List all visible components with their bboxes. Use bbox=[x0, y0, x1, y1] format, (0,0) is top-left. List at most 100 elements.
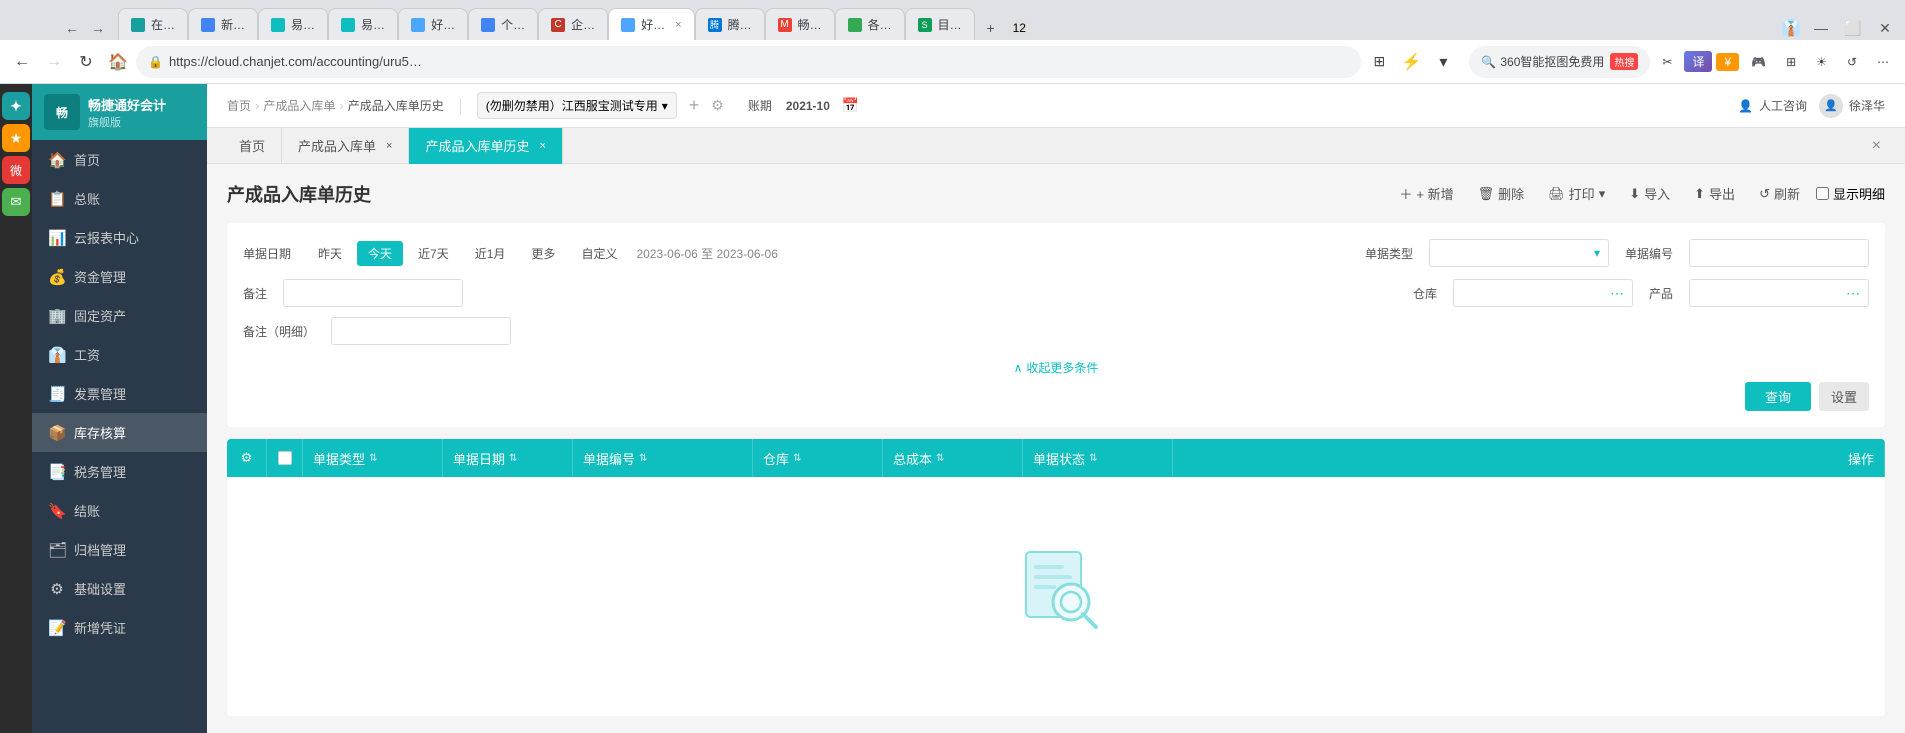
user-service-button[interactable]: 👤 人工咨询 bbox=[1738, 97, 1807, 114]
tab-t11[interactable]: 各… bbox=[835, 8, 905, 40]
remark-input[interactable] bbox=[283, 279, 463, 307]
show-cols-checkbox[interactable] bbox=[1816, 187, 1829, 200]
add-account-button[interactable]: + bbox=[689, 95, 700, 116]
th-checkbox[interactable] bbox=[267, 439, 303, 477]
game-icon[interactable]: 🎮 bbox=[1743, 48, 1774, 76]
account-settings-icon[interactable]: ⚙ bbox=[711, 97, 724, 114]
close-window-button[interactable]: ✕ bbox=[1873, 16, 1897, 40]
date-btn-yesterday[interactable]: 昨天 bbox=[307, 241, 353, 266]
breadcrumb-home[interactable]: 首页 bbox=[227, 97, 251, 114]
tab-t10[interactable]: M 畅… bbox=[765, 8, 835, 40]
tab-product-list[interactable]: 产成品入库单 × bbox=[282, 128, 409, 164]
tab-t3[interactable]: 易… bbox=[258, 8, 328, 40]
translate-button[interactable]: 译 bbox=[1684, 51, 1712, 72]
table-settings-icon[interactable]: ⚙ bbox=[241, 450, 253, 466]
doc-no-input[interactable] bbox=[1689, 239, 1869, 267]
tab-t9[interactable]: 腾 腾… bbox=[695, 8, 765, 40]
tab-close-history[interactable]: × bbox=[539, 140, 545, 152]
doc-type-select[interactable]: ▾ bbox=[1429, 239, 1609, 267]
th-actions: 操作 bbox=[1173, 439, 1885, 477]
th-warehouse[interactable]: 仓库 ⇅ bbox=[753, 439, 883, 477]
product-select[interactable]: ⋯ bbox=[1689, 279, 1869, 307]
nav-refresh[interactable]: ↻ bbox=[72, 48, 100, 76]
date-btn-7days[interactable]: 近7天 bbox=[407, 241, 460, 266]
sidebar-item-settings[interactable]: ⚙ 基础设置 bbox=[32, 569, 207, 608]
th-doc-no[interactable]: 单据编号 ⇅ bbox=[573, 439, 753, 477]
th-doc-date[interactable]: 单据日期 ⇅ bbox=[443, 439, 573, 477]
nav-back[interactable]: ← bbox=[8, 48, 36, 76]
scissors-icon[interactable]: ✂ bbox=[1654, 48, 1680, 76]
refresh-button[interactable]: ↺ 刷新 bbox=[1751, 180, 1808, 207]
warehouse-select[interactable]: ⋯ bbox=[1453, 279, 1633, 307]
th-settings[interactable]: ⚙ bbox=[227, 439, 267, 477]
detail-remark-input[interactable] bbox=[331, 317, 511, 345]
extensions-icon[interactable]: ⊞ bbox=[1365, 48, 1393, 76]
address-bar[interactable]: 🔒 https://cloud.chanjet.com/accounting/u… bbox=[136, 46, 1361, 78]
sidebar-item-ledger[interactable]: 📋 总账 bbox=[32, 179, 207, 218]
sidebar-item-report[interactable]: 📊 云报表中心 bbox=[32, 218, 207, 257]
nav-menu[interactable]: ▾ bbox=[1429, 48, 1457, 76]
tab-panel-close[interactable]: × bbox=[1864, 137, 1889, 155]
grid-icon[interactable]: ⊞ bbox=[1778, 48, 1804, 76]
th-doc-type[interactable]: 单据类型 ⇅ bbox=[303, 439, 443, 477]
th-doc-status[interactable]: 单据状态 ⇅ bbox=[1023, 439, 1173, 477]
sidebar-item-checkout[interactable]: 🔖 结账 bbox=[32, 491, 207, 530]
tab-t1[interactable]: 在… bbox=[118, 8, 188, 40]
th-total-cost[interactable]: 总成本 ⇅ bbox=[883, 439, 1023, 477]
tab-close-list[interactable]: × bbox=[386, 140, 392, 152]
user-avatar[interactable]: 👤 徐泽华 bbox=[1819, 94, 1885, 118]
delete-button[interactable]: 🗑 删除 bbox=[1470, 180, 1533, 207]
forward-button[interactable]: → bbox=[86, 16, 110, 40]
date-btn-today[interactable]: 今天 bbox=[357, 241, 403, 266]
print-button[interactable]: 🖨 打印 ▾ bbox=[1540, 180, 1613, 207]
minimize-button[interactable]: — bbox=[1809, 16, 1833, 40]
breadcrumb-list[interactable]: 产成品入库单 bbox=[263, 97, 335, 114]
date-btn-1month[interactable]: 近1月 bbox=[464, 241, 517, 266]
tab-t12[interactable]: S 目… bbox=[905, 8, 975, 40]
import-button[interactable]: ⬇ 导入 bbox=[1621, 180, 1678, 207]
tab-t4[interactable]: 易… bbox=[328, 8, 398, 40]
date-btn-more[interactable]: 更多 bbox=[520, 241, 566, 266]
add-button[interactable]: ＋ + 新增 bbox=[1391, 180, 1461, 207]
sidebar-item-fixed[interactable]: 🏢 固定资产 bbox=[32, 296, 207, 335]
nav-home[interactable]: 🏠 bbox=[104, 48, 132, 76]
search-bar[interactable]: 🔍 360智能抠图免费用 热搜 bbox=[1469, 46, 1650, 78]
account-selector[interactable]: (勿删勿禁用）江西服宝测试专用 ▾ bbox=[477, 92, 677, 119]
calendar-icon[interactable]: 📅 bbox=[842, 97, 859, 114]
tab-t8[interactable]: 好… × bbox=[608, 8, 694, 40]
query-button[interactable]: 查询 bbox=[1745, 382, 1811, 411]
sun-icon[interactable]: ☀ bbox=[1808, 48, 1835, 76]
sidebar-item-capital[interactable]: 💰 资金管理 bbox=[32, 257, 207, 296]
nav-forward[interactable]: → bbox=[40, 48, 68, 76]
settings-icon[interactable]: ⋯ bbox=[1869, 48, 1897, 76]
sidebar-item-voucher[interactable]: 📝 新增凭证 bbox=[32, 608, 207, 647]
mail-icon[interactable]: ✉ bbox=[2, 188, 30, 216]
app-logo-icon[interactable]: ✦ bbox=[2, 92, 30, 120]
favorite-icon[interactable]: ★ bbox=[2, 124, 30, 152]
sidebar-item-tax[interactable]: 📑 税务管理 bbox=[32, 452, 207, 491]
weibo-icon[interactable]: 微 bbox=[2, 156, 30, 184]
tab-close-t8[interactable]: × bbox=[675, 19, 681, 31]
maximize-button[interactable]: ⬜ bbox=[1841, 16, 1865, 40]
sidebar-item-archive[interactable]: 🗂 归档管理 bbox=[32, 530, 207, 569]
sidebar-item-inventory[interactable]: 📦 库存核算 bbox=[32, 413, 207, 452]
date-btn-custom[interactable]: 自定义 bbox=[570, 241, 628, 266]
select-all-checkbox[interactable] bbox=[278, 451, 292, 465]
undo-icon[interactable]: ↺ bbox=[1839, 48, 1865, 76]
back-button[interactable]: ← bbox=[60, 16, 84, 40]
filter-settings-button[interactable]: 设置 bbox=[1819, 382, 1869, 411]
tab-t7[interactable]: C 企… bbox=[538, 8, 608, 40]
tab-t2[interactable]: 新… bbox=[188, 8, 258, 40]
yuan-button[interactable]: ¥ bbox=[1716, 53, 1739, 71]
tab-t6[interactable]: 个… bbox=[468, 8, 538, 40]
tab-home[interactable]: 首页 bbox=[223, 128, 282, 164]
collapse-button[interactable]: ∧ 收起更多条件 bbox=[243, 353, 1869, 378]
sidebar-item-home[interactable]: 🏠 首页 bbox=[32, 140, 207, 179]
lightning-icon[interactable]: ⚡ bbox=[1397, 48, 1425, 76]
sidebar-item-invoice[interactable]: 🧾 发票管理 bbox=[32, 374, 207, 413]
sidebar-item-salary[interactable]: 👔 工资 bbox=[32, 335, 207, 374]
new-tab-button[interactable]: + bbox=[979, 16, 1003, 40]
tab-t5[interactable]: 好… bbox=[398, 8, 468, 40]
export-button[interactable]: ⬆ 导出 bbox=[1686, 180, 1743, 207]
tab-product-history[interactable]: 产成品入库单历史 × bbox=[409, 128, 562, 164]
